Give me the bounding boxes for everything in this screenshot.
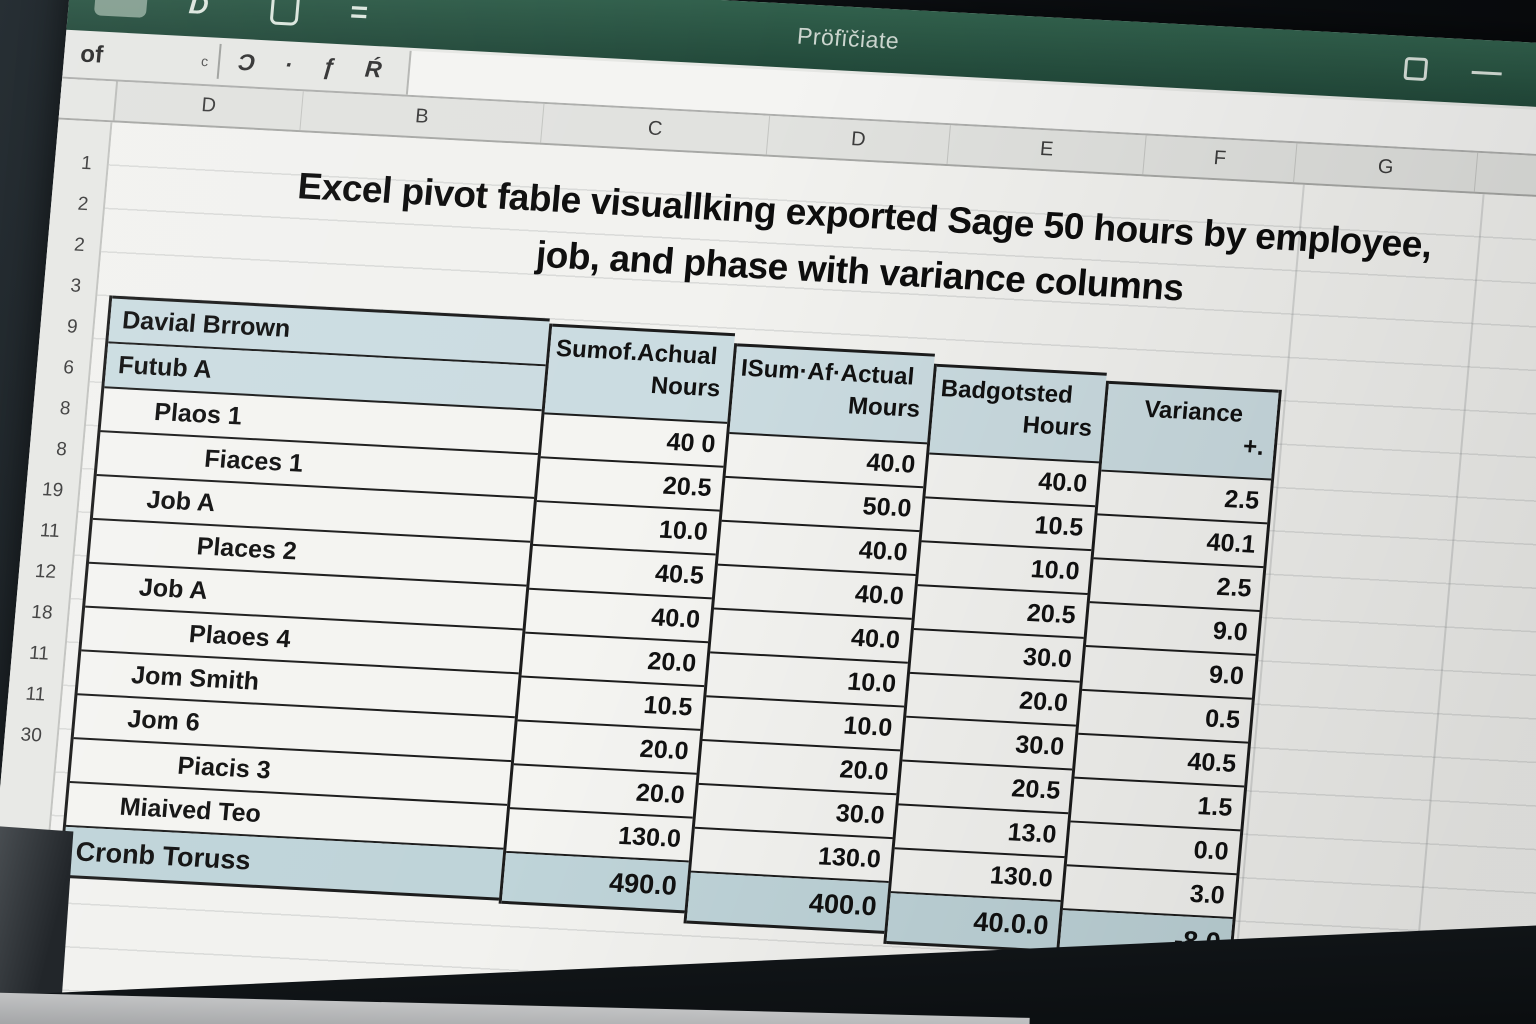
row-header[interactable]: 19 [24, 468, 80, 512]
restore-icon[interactable] [1403, 56, 1429, 81]
row-header[interactable]: 30 [3, 714, 59, 758]
laptop-screen: D = Pröfïčiate — + of c Ɔ · ƒŔ [0, 0, 1536, 1024]
row-header[interactable]: 12 [17, 550, 73, 594]
row-header[interactable]: 18 [14, 591, 70, 635]
window-controls: — + [1402, 36, 1536, 108]
sheet-canvas: Excel pivot fable visuallking exported S… [31, 122, 1536, 1024]
formula-buttons: Ɔ · ƒ Ŕ [218, 38, 410, 95]
row-header[interactable]: 2 [46, 223, 102, 267]
row-header[interactable]: 1 [53, 141, 109, 185]
pivot-column-header[interactable]: Variance +. [1101, 380, 1279, 481]
file-menu-icon[interactable]: D [188, 0, 210, 21]
row-header[interactable]: 6 [35, 346, 91, 390]
row-header[interactable]: 3 [42, 264, 98, 308]
pivot-column-header[interactable]: ISum·Af·Actual Mours [729, 343, 935, 445]
formula-button-icon[interactable]: · [284, 51, 294, 78]
pivot-table: Davial Brrown Futub A Plaos 1 Fiaces 1 Job… [56, 295, 1536, 986]
column-header[interactable]: G [1294, 143, 1479, 192]
row-header[interactable]: 11 [10, 632, 66, 676]
row-header[interactable]: 11 [7, 673, 63, 717]
name-box[interactable]: of c [62, 30, 220, 85]
formula-button-icon[interactable]: ƒ [321, 53, 336, 81]
name-box-dropdown-icon[interactable]: c [200, 52, 208, 68]
row-header[interactable]: 11 [21, 509, 77, 553]
sheet-body: 1 2 2 3 9 6 8 8 19 11 12 18 11 11 30 Excel pivot fable… [0, 119, 1536, 1024]
save-icon[interactable] [269, 0, 300, 26]
formula-button-icon[interactable]: Ɔ [237, 49, 256, 77]
pivot-total-cell[interactable]: 490.0 [501, 852, 689, 914]
pivot-total-cell[interactable]: 40.0.0 [886, 893, 1061, 953]
laptop-photo: D = Pröfïčiate — + of c Ɔ · ƒŔ [0, 0, 1536, 1024]
row-header[interactable]: 8 [28, 428, 84, 472]
minimize-icon[interactable]: — [1470, 54, 1503, 88]
window-title: Pröfïčiate [796, 22, 901, 54]
pivot-column-header[interactable]: Badgotsted Hours [929, 363, 1107, 464]
name-box-value: of [79, 40, 105, 69]
column-header[interactable]: D [114, 81, 304, 131]
select-all-corner[interactable] [58, 78, 119, 121]
menu-icon[interactable]: = [349, 0, 367, 30]
pivot-name-column: Davial Brrown Futub A Plaos 1 Fiaces 1 Job… [58, 295, 550, 901]
pivot-column-header[interactable]: Sumof.Achual Nours [544, 323, 736, 424]
row-header[interactable]: 8 [32, 387, 88, 431]
pivot-total-cell[interactable]: 400.0 [686, 872, 889, 934]
app-logo-icon [93, 0, 149, 18]
row-header[interactable]: 2 [50, 182, 106, 226]
column-header[interactable]: D [766, 115, 951, 165]
row-header[interactable]: 9 [39, 305, 95, 349]
formula-button-icon[interactable]: Ŕ [364, 56, 383, 84]
column-header[interactable]: F [1143, 135, 1298, 183]
